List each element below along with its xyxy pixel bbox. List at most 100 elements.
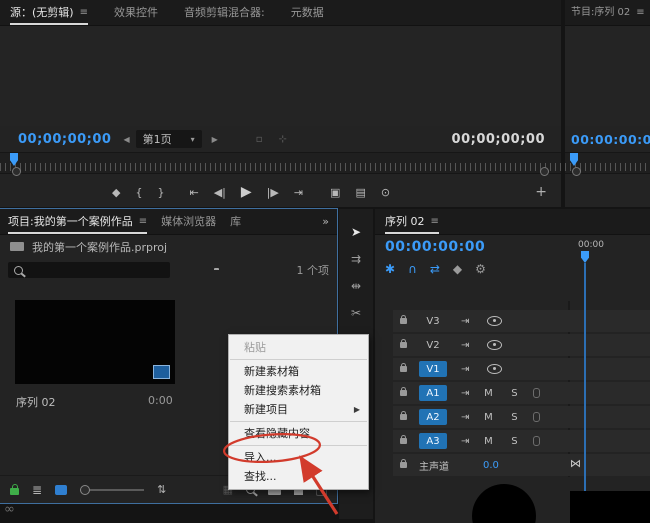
menu-item-new-item[interactable]: 新建项目 ▶ <box>229 400 368 419</box>
search-input[interactable] <box>8 262 170 278</box>
track-lock-icon[interactable] <box>393 411 413 420</box>
mute-button[interactable]: M <box>481 388 495 399</box>
track-name-a2[interactable]: A2 <box>419 409 447 425</box>
solo-button[interactable]: S <box>507 412 521 423</box>
mark-out-icon[interactable]: } <box>157 186 164 199</box>
button-editor-add-icon[interactable]: + <box>535 184 547 200</box>
track-lock-icon[interactable] <box>393 387 413 396</box>
add-marker-icon[interactable]: ◆ <box>112 186 120 199</box>
tab-sequence[interactable]: 序列 02 ≡ <box>385 209 439 234</box>
source-ruler[interactable] <box>0 152 561 176</box>
sync-lock-icon[interactable]: ⇥ <box>461 412 469 423</box>
sync-lock-icon[interactable]: ⇥ <box>461 340 469 351</box>
project-writable-icon[interactable] <box>10 484 19 495</box>
track-name-v3[interactable]: V3 <box>419 313 447 329</box>
panel-menu-icon[interactable]: ≡ <box>431 210 439 234</box>
track-lock-icon[interactable] <box>393 459 413 468</box>
track-name-v1[interactable]: V1 <box>419 361 447 377</box>
solo-button[interactable]: S <box>507 388 521 399</box>
mute-button[interactable]: M <box>481 436 495 447</box>
menu-item-view-hidden[interactable]: 查看隐藏内容 <box>229 424 368 443</box>
track-name-v2[interactable]: V2 <box>419 337 447 353</box>
tab-overflow-icon[interactable]: » <box>322 215 329 228</box>
step-forward-icon[interactable]: |▶ <box>267 186 279 199</box>
panel-menu-icon[interactable]: ≡ <box>80 1 88 25</box>
track-lock-icon[interactable] <box>393 339 413 348</box>
page-next-icon[interactable]: ▶ <box>212 135 218 144</box>
step-back-icon[interactable]: ◀| <box>214 186 226 199</box>
sync-lock-icon[interactable]: ⇥ <box>461 388 469 399</box>
tab-libraries[interactable]: 库 <box>230 209 241 234</box>
tab-metadata[interactable]: 元数据 <box>291 0 324 25</box>
timeline-playhead[interactable] <box>581 251 589 263</box>
snap-icon[interactable]: ∩ <box>408 262 417 276</box>
display-settings-icon[interactable]: ⊹ <box>279 134 287 145</box>
zoom-handle-icon[interactable] <box>12 167 21 176</box>
tab-audio-clip-mixer[interactable]: 音频剪辑混合器: <box>184 0 265 25</box>
menu-item-find[interactable]: 查找... <box>229 467 368 486</box>
safe-margins-icon[interactable]: ▫ <box>256 134 263 145</box>
sort-icons-icon[interactable]: ⇅ <box>157 483 166 496</box>
ripple-edit-tool[interactable]: ⇹ <box>351 279 361 293</box>
icon-view-icon[interactable] <box>55 484 68 495</box>
panel-menu-icon[interactable]: ≡ <box>636 1 644 25</box>
tab-media-browser[interactable]: 媒体浏览器 <box>161 209 216 234</box>
zoom-handle-icon[interactable] <box>572 167 581 176</box>
timeline-settings-icon[interactable]: ⚙ <box>475 262 486 276</box>
clip-thumbnail[interactable] <box>15 300 175 384</box>
razor-tool[interactable]: ✂ <box>351 306 361 320</box>
page-prev-icon[interactable]: ◀ <box>123 135 129 144</box>
master-volume-value[interactable]: 0.0 <box>483 460 499 471</box>
menu-item-new-item-label: 新建项目 <box>244 403 288 416</box>
selection-tool[interactable]: ➤ <box>351 225 361 239</box>
play-icon[interactable]: ▶ <box>241 184 252 200</box>
sync-lock-icon[interactable]: ⇥ <box>461 436 469 447</box>
zoom-handle-icon[interactable] <box>540 167 549 176</box>
voiceover-record-icon[interactable] <box>533 412 541 422</box>
source-duration: 00;00;00;00 <box>451 131 545 147</box>
nest-icon[interactable]: ✱ <box>385 262 395 276</box>
program-ruler[interactable] <box>565 152 650 176</box>
export-frame-icon[interactable]: ⊙ <box>381 186 390 199</box>
go-to-out-icon[interactable]: ⇥ <box>294 186 303 199</box>
solo-button[interactable]: S <box>507 436 521 447</box>
voiceover-record-icon[interactable] <box>533 436 541 446</box>
mark-in-icon[interactable]: { <box>135 186 142 199</box>
list-view-icon[interactable]: ≣ <box>32 483 42 497</box>
go-to-in-icon[interactable]: ⇤ <box>189 186 198 199</box>
sync-lock-icon[interactable]: ⇥ <box>461 364 469 375</box>
tab-source[interactable]: 源：(无剪辑) ≡ <box>10 0 88 25</box>
menu-item-new-bin[interactable]: 新建素材箱 <box>229 362 368 381</box>
sync-lock-icon[interactable]: ⇥ <box>461 316 469 327</box>
project-root-row[interactable]: 我的第一个案例作品.prproj <box>0 235 337 258</box>
linked-selection-icon[interactable]: ⇄ <box>430 262 440 276</box>
timeline-toolbar: ✱ ∩ ⇄ ◆ ⚙ <box>385 262 486 276</box>
tab-project-label: 项目:我的第一个案例作品 <box>8 214 133 228</box>
track-select-forward-tool[interactable]: ⇉ <box>351 252 361 266</box>
tab-effect-controls[interactable]: 效果控件 <box>114 0 158 25</box>
toggle-track-output-icon[interactable] <box>487 364 503 374</box>
source-viewer <box>0 26 561 126</box>
mute-button[interactable]: M <box>481 412 495 423</box>
panel-menu-icon[interactable]: ≡ <box>139 210 147 234</box>
clip-name[interactable]: 序列 02 <box>16 394 56 410</box>
track-lock-icon[interactable] <box>393 435 413 444</box>
tab-program[interactable]: 节目:序列 02 ≡ <box>571 0 645 25</box>
voiceover-record-icon[interactable] <box>533 388 541 398</box>
track-lock-icon[interactable] <box>393 363 413 372</box>
page-selector-dropdown[interactable]: 第1页 ▾ <box>135 130 202 148</box>
track-lock-icon[interactable] <box>393 315 413 324</box>
menu-item-import[interactable]: 导入... <box>229 448 368 467</box>
menu-item-new-search-bin[interactable]: 新建搜索素材箱 <box>229 381 368 400</box>
insert-icon[interactable]: ▣ <box>330 186 340 199</box>
toggle-track-output-icon[interactable] <box>487 340 503 350</box>
overwrite-icon[interactable]: ▤ <box>355 186 365 199</box>
zoom-slider[interactable] <box>80 485 145 495</box>
toggle-track-output-icon[interactable] <box>487 316 503 326</box>
track-name-a1[interactable]: A1 <box>419 385 447 401</box>
add-marker-icon[interactable]: ◆ <box>453 262 462 276</box>
menu-item-paste[interactable]: 粘贴 <box>229 338 368 357</box>
track-name-a3[interactable]: A3 <box>419 433 447 449</box>
tab-project[interactable]: 项目:我的第一个案例作品 ≡ <box>8 209 147 234</box>
keyframe-navigator-icon[interactable]: ⋈ <box>570 457 581 470</box>
